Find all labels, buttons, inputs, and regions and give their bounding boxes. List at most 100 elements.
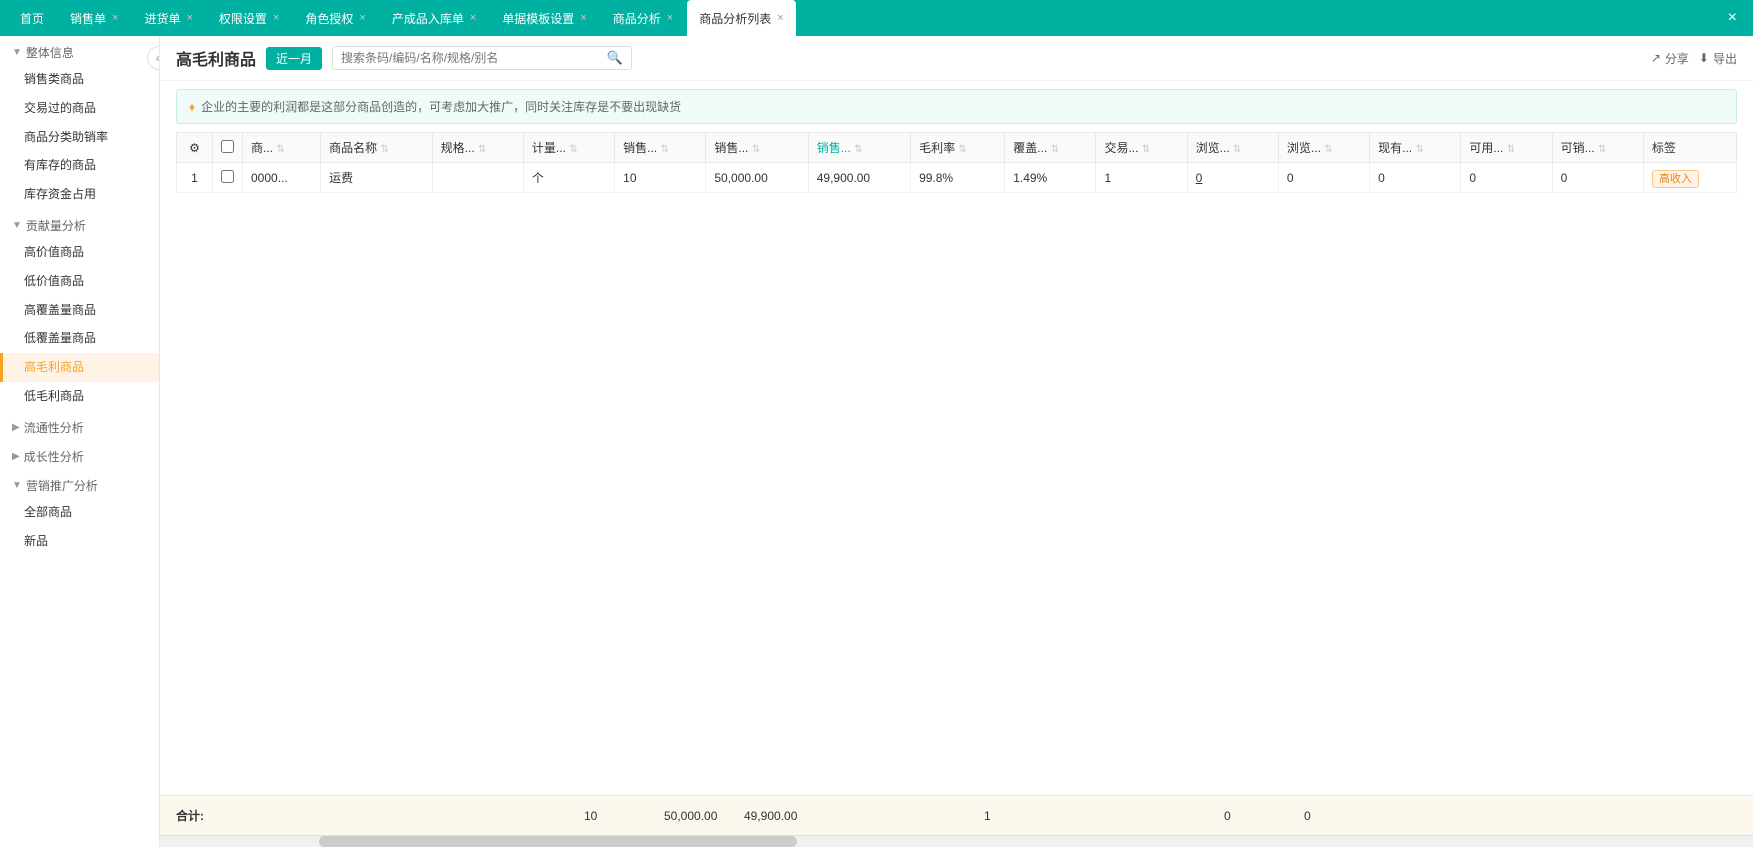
search-input[interactable] (341, 51, 603, 65)
cell-browse2: 0 (1278, 163, 1369, 193)
cell-sales-amount: 50,000.00 (706, 163, 808, 193)
col-sales-qty[interactable]: 销售... ⇅ (615, 133, 706, 163)
nav-tab-permissions[interactable]: 权限设置 × (207, 0, 291, 36)
nav-tab-analysis-list-close[interactable]: × (777, 12, 783, 24)
col-transaction-sort: ⇅ (1142, 144, 1150, 155)
sidebar-item-low-coverage[interactable]: 低覆盖量商品 (0, 324, 159, 353)
sidebar-group-overall-label: 整体信息 (26, 44, 74, 61)
info-icon: ♦ (189, 100, 195, 114)
col-tag[interactable]: 标签 (1643, 133, 1736, 163)
sidebar-item-stock-capital[interactable]: 库存资金占用 (0, 180, 159, 209)
nav-tab-analysis[interactable]: 商品分析 × (601, 0, 685, 36)
col-gross-margin[interactable]: 毛利率 ⇅ (911, 133, 1005, 163)
nav-close-all[interactable]: × (1720, 9, 1745, 27)
sidebar-group-growth[interactable]: ▶ 成长性分析 (0, 440, 159, 469)
sidebar-item-new-goods[interactable]: 新品 (0, 527, 159, 556)
sidebar-item-sales-goods[interactable]: 销售类商品 (0, 65, 159, 94)
export-btn[interactable]: ⬇ 导出 (1699, 50, 1737, 67)
cell-coverage: 1.49% (1005, 163, 1096, 193)
nav-tab-template-label: 单据模板设置 (502, 10, 574, 27)
search-icon[interactable]: 🔍 (607, 50, 623, 66)
col-current-stock-sort: ⇅ (1416, 144, 1424, 155)
cell-gross-margin: 99.8% (911, 163, 1005, 193)
sidebar-item-category-rate[interactable]: 商品分类助销率 (0, 123, 159, 152)
sidebar-item-in-stock[interactable]: 有库存的商品 (0, 151, 159, 180)
cell-sales-qty: 10 (615, 163, 706, 193)
content-area: 高毛利商品 近一月 🔍 ↗ 分享 ⬇ 导出 ♦ 企业的主要的利润都是这部分商品创… (160, 36, 1753, 847)
bottom-scrollbar[interactable] (160, 835, 1753, 847)
nav-tab-inbound[interactable]: 产成品入库单 × (380, 0, 488, 36)
sidebar-item-all-goods[interactable]: 全部商品 (0, 498, 159, 527)
row-checkbox[interactable] (221, 170, 234, 183)
nav-tab-purchase-label: 进货单 (144, 10, 180, 27)
nav-tab-analysis-list-label: 商品分析列表 (699, 10, 771, 27)
footer-transaction: 1 (976, 809, 1056, 823)
nav-tab-template[interactable]: 单据模板设置 × (490, 0, 598, 36)
footer-sales-amount: 50,000.00 (656, 809, 736, 823)
col-current-stock[interactable]: 现有... ⇅ (1370, 133, 1461, 163)
time-filter-btn[interactable]: 近一月 (266, 47, 322, 70)
col-spec[interactable]: 规格... ⇅ (432, 133, 523, 163)
col-sales-amount[interactable]: 销售... ⇅ (706, 133, 808, 163)
col-settings[interactable]: ⚙ (177, 133, 213, 163)
sidebar-item-high-margin[interactable]: 高毛利商品 (0, 353, 159, 382)
export-icon: ⬇ (1699, 51, 1709, 65)
cell-name: 运费 (321, 163, 433, 193)
col-available-stock[interactable]: 可用... ⇅ (1461, 133, 1552, 163)
table-body: 1 0000... 运费 个 10 50,000.00 49,900.00 99… (177, 163, 1737, 193)
sidebar-item-high-coverage[interactable]: 高覆盖量商品 (0, 296, 159, 325)
sidebar-group-overall[interactable]: ▼ 整体信息 (0, 36, 159, 65)
nav-tab-purchase[interactable]: 进货单 × (132, 0, 204, 36)
table-header-row: ⚙ 商... ⇅ 商品名称 ⇅ 规格... ⇅ 计量... ⇅ 销售... ⇅ … (177, 133, 1737, 163)
nav-tab-analysis-list[interactable]: 商品分析列表 × (687, 0, 795, 36)
footer-total-label: 合计: (176, 807, 256, 824)
col-unit[interactable]: 计量... ⇅ (523, 133, 614, 163)
col-sales-amount-sort: ⇅ (752, 144, 760, 155)
sidebar-item-high-value[interactable]: 高价值商品 (0, 238, 159, 267)
nav-tab-roles-close[interactable]: × (359, 12, 365, 24)
cell-current-stock: 0 (1370, 163, 1461, 193)
footer-sales-qty: 10 (576, 809, 656, 823)
col-browse1[interactable]: 浏览... ⇅ (1187, 133, 1278, 163)
nav-tab-home[interactable]: 首页 (8, 0, 56, 36)
cell-index: 1 (177, 163, 213, 193)
sidebar-group-marketing[interactable]: ▼ 营销推广分析 (0, 469, 159, 498)
cell-code: 0000... (243, 163, 321, 193)
nav-tab-analysis-close[interactable]: × (667, 12, 673, 24)
export-label: 导出 (1713, 50, 1737, 67)
share-icon: ↗ (1651, 51, 1661, 65)
sidebar-group-contribution-label: 贡献量分析 (26, 217, 86, 234)
nav-tab-inbound-close[interactable]: × (470, 12, 476, 24)
col-name[interactable]: 商品名称 ⇅ (321, 133, 433, 163)
sidebar-group-contribution[interactable]: ▼ 贡献量分析 (0, 209, 159, 238)
sidebar-item-low-margin[interactable]: 低毛利商品 (0, 382, 159, 411)
col-coverage[interactable]: 覆盖... ⇅ (1005, 133, 1096, 163)
cell-checkbox[interactable] (213, 163, 243, 193)
cell-browse1[interactable]: 0 (1187, 163, 1278, 193)
select-all-checkbox[interactable] (221, 140, 234, 153)
sidebar-item-low-value[interactable]: 低价值商品 (0, 267, 159, 296)
col-transaction[interactable]: 交易... ⇅ (1096, 133, 1187, 163)
col-sales-profit[interactable]: 销售... ⇅ (808, 133, 910, 163)
nav-tab-sales[interactable]: 销售单 × (58, 0, 130, 36)
table-footer: 合计: 10 50,000.00 49,900.00 1 0 0 (160, 795, 1753, 835)
cell-transaction: 1 (1096, 163, 1187, 193)
top-nav: 首页 销售单 × 进货单 × 权限设置 × 角色授权 × 产成品入库单 × 单据… (0, 0, 1753, 36)
tag-badge: 高收入 (1652, 170, 1699, 188)
nav-tab-sales-close[interactable]: × (112, 12, 118, 24)
nav-tab-template-close[interactable]: × (580, 12, 586, 24)
sidebar-group-liquidity[interactable]: ▶ 流通性分析 (0, 411, 159, 440)
sidebar-group-growth-label: 成长性分析 (24, 448, 84, 465)
nav-tab-roles[interactable]: 角色授权 × (293, 0, 377, 36)
nav-tab-permissions-close[interactable]: × (273, 12, 279, 24)
col-browse2-sort: ⇅ (1324, 144, 1332, 155)
col-sales-profit-sort: ⇅ (854, 144, 862, 155)
sidebar-item-traded-goods[interactable]: 交易过的商品 (0, 94, 159, 123)
footer-sales-profit: 49,900.00 (736, 809, 816, 823)
nav-tab-purchase-close[interactable]: × (186, 12, 192, 24)
info-banner: ♦ 企业的主要的利润都是这部分商品创造的，可考虑加大推广，同时关注库存是不要出现… (176, 89, 1737, 124)
col-code[interactable]: 商... ⇅ (243, 133, 321, 163)
col-browse2[interactable]: 浏览... ⇅ (1278, 133, 1369, 163)
col-saleable-stock[interactable]: 可销... ⇅ (1552, 133, 1643, 163)
share-btn[interactable]: ↗ 分享 (1651, 50, 1689, 67)
